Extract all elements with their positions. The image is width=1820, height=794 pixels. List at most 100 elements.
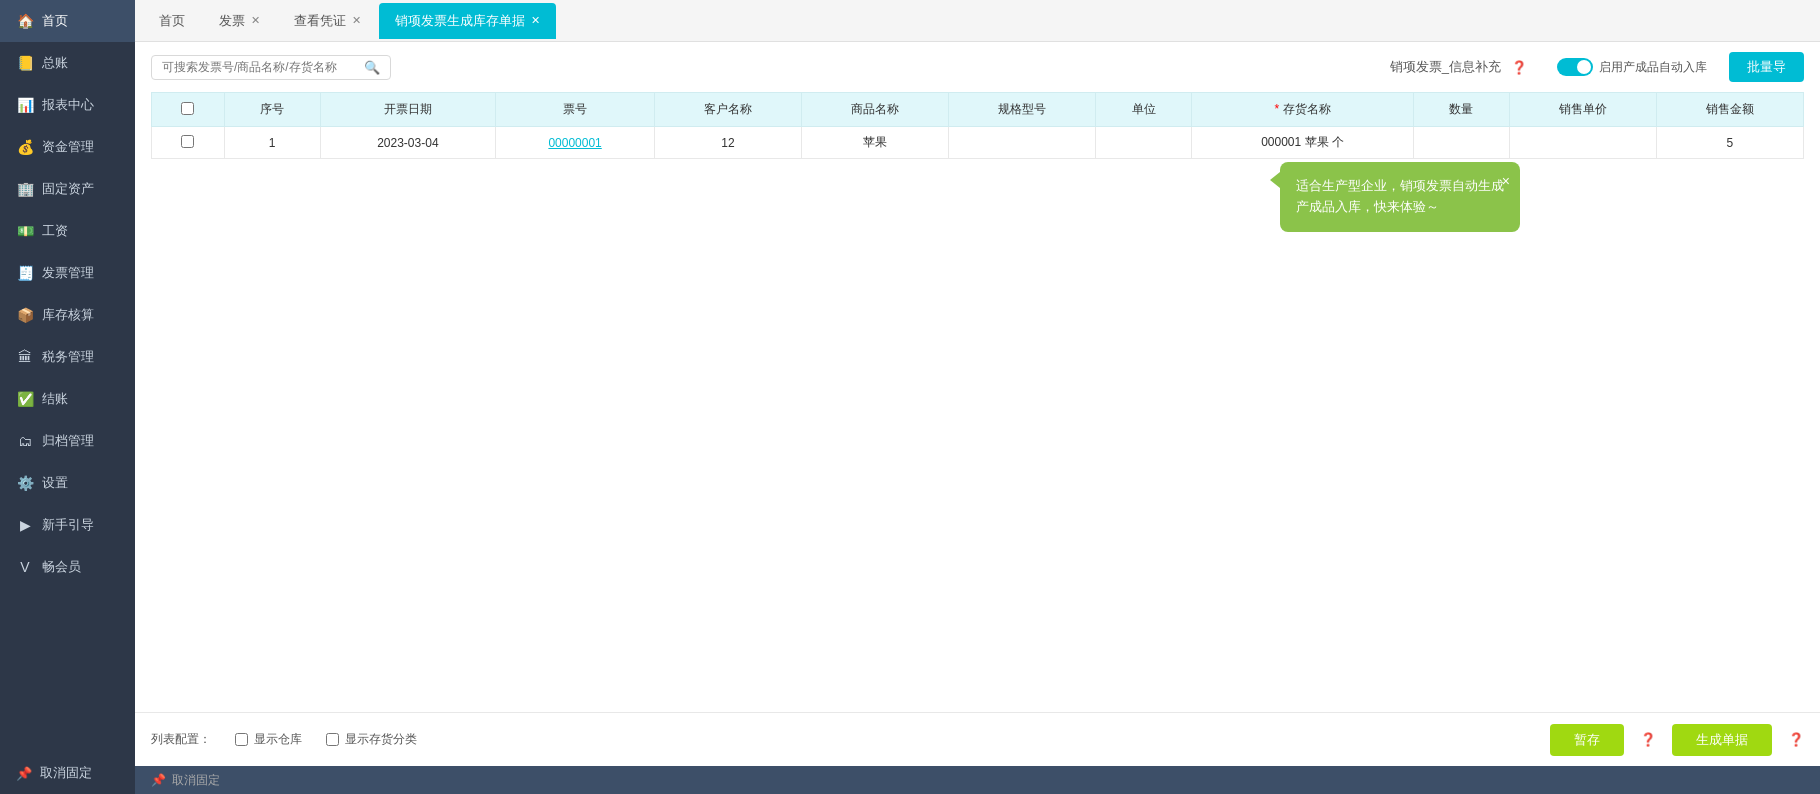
- sidebar-item-home[interactable]: 🏠 首页: [0, 0, 135, 42]
- info-question-icon[interactable]: ❓: [1511, 60, 1527, 75]
- pin-icon-sidebar: 📌: [16, 766, 32, 781]
- save-question-icon[interactable]: ❓: [1640, 732, 1656, 747]
- show-category-label: 显示存货分类: [345, 731, 417, 748]
- tab-home[interactable]: 首页: [143, 3, 201, 39]
- sidebar-item-salary[interactable]: 💵 工资: [0, 210, 135, 252]
- sidebar-item-invoice[interactable]: 🧾 发票管理: [0, 252, 135, 294]
- cell-number-0: 00000001: [496, 127, 655, 159]
- col-header-quantity: 数量: [1413, 93, 1509, 127]
- tooltip-close-button[interactable]: ×: [1502, 170, 1510, 192]
- toggle-label: 启用产成品自动入库: [1599, 59, 1707, 76]
- col-header-product: 商品名称: [802, 93, 949, 127]
- col-header-number: 票号: [496, 93, 655, 127]
- sidebar-label-report: 报表中心: [42, 96, 94, 114]
- sidebar-pin-button[interactable]: 📌 取消固定: [0, 752, 135, 794]
- col-header-date: 开票日期: [320, 93, 496, 127]
- tab-close-voucher[interactable]: ✕: [352, 15, 361, 26]
- col-header-model: 规格型号: [949, 93, 1096, 127]
- toolbar: 🔍 销项发票_信息补充 ❓ 启用产成品自动入库 批量导: [135, 42, 1820, 92]
- sidebar-icon-vip: V: [16, 559, 34, 575]
- sidebar-icon-guide: ▶: [16, 517, 34, 533]
- sidebar-item-capital[interactable]: 💰 资金管理: [0, 126, 135, 168]
- sidebar-item-fixed[interactable]: 🏢 固定资产: [0, 168, 135, 210]
- sidebar-item-vip[interactable]: V 畅会员: [0, 546, 135, 588]
- info-label: 销项发票_信息补充: [1390, 58, 1501, 76]
- sidebar-icon-archive: 🗂: [16, 433, 34, 449]
- sidebar-label-ledger: 总账: [42, 54, 68, 72]
- sidebar-label-vip: 畅会员: [42, 558, 81, 576]
- show-category-group: 显示存货分类: [326, 731, 417, 748]
- sidebar-label-archive: 归档管理: [42, 432, 94, 450]
- tab-close-generate[interactable]: ✕: [531, 15, 540, 26]
- sidebar-icon-ledger: 📒: [16, 55, 34, 71]
- tooltip-popup: × 适合生产型企业，销项发票自动生成产成品入库，快来体验～: [1280, 162, 1520, 232]
- sidebar-label-guide: 新手引导: [42, 516, 94, 534]
- tab-invoice[interactable]: 发票 ✕: [203, 3, 276, 39]
- tab-label-generate: 销项发票生成库存单据: [395, 12, 525, 30]
- sidebar-item-archive[interactable]: 🗂 归档管理: [0, 420, 135, 462]
- sidebar: 🏠 首页📒 总账📊 报表中心💰 资金管理🏢 固定资产💵 工资🧾 发票管理📦 库存: [0, 0, 135, 794]
- sidebar-icon-settle: ✅: [16, 391, 34, 407]
- sidebar-icon-fixed: 🏢: [16, 181, 34, 197]
- search-icon: 🔍: [364, 60, 380, 75]
- sidebar-icon-invoice: 🧾: [16, 265, 34, 281]
- generate-button[interactable]: 生成单据: [1672, 724, 1772, 756]
- sidebar-label-inventory: 库存核算: [42, 306, 94, 324]
- sidebar-item-settings[interactable]: ⚙️ 设置: [0, 462, 135, 504]
- show-category-checkbox[interactable]: [326, 733, 339, 746]
- sidebar-icon-inventory: 📦: [16, 307, 34, 323]
- toggle-wrapper: 启用产成品自动入库: [1557, 58, 1707, 76]
- sidebar-item-settle[interactable]: ✅ 结账: [0, 378, 135, 420]
- cell-checkbox-0: [152, 127, 225, 159]
- tab-label-invoice: 发票: [219, 12, 245, 30]
- bottom-hint-text[interactable]: 取消固定: [172, 772, 220, 789]
- col-header-customer: 客户名称: [654, 93, 801, 127]
- cell-model-0: [949, 127, 1096, 159]
- cell-amount-0: 5: [1656, 127, 1803, 159]
- col-header-checkbox: [152, 93, 225, 127]
- sidebar-label-capital: 资金管理: [42, 138, 94, 156]
- col-header-amount: 销售金额: [1656, 93, 1803, 127]
- sidebar-label-home: 首页: [42, 12, 68, 30]
- pin-icon: 📌: [151, 773, 166, 787]
- sidebar-label-fixed: 固定资产: [42, 180, 94, 198]
- col-header-seq: 序号: [224, 93, 320, 127]
- cell-product-0: 苹果: [802, 127, 949, 159]
- sidebar-label-settle: 结账: [42, 390, 68, 408]
- cell-quantity-0: [1413, 127, 1509, 159]
- sidebar-icon-home: 🏠: [16, 13, 34, 29]
- data-table: 序号开票日期票号客户名称商品名称规格型号单位存货名称数量销售单价销售金额 120…: [151, 92, 1804, 159]
- row-checkbox[interactable]: [181, 135, 194, 148]
- cell-seq-0: 1: [224, 127, 320, 159]
- tab-label-voucher: 查看凭证: [294, 12, 346, 30]
- search-input[interactable]: [162, 60, 358, 74]
- sidebar-item-ledger[interactable]: 📒 总账: [0, 42, 135, 84]
- select-all-checkbox[interactable]: [181, 102, 194, 115]
- bottom-hint-bar: 📌 取消固定: [135, 766, 1820, 794]
- sidebar-icon-capital: 💰: [16, 139, 34, 155]
- footer: 列表配置： 显示仓库 显示存货分类 暂存 ❓ 生成单据 ❓: [135, 712, 1820, 766]
- sidebar-item-guide[interactable]: ▶ 新手引导: [0, 504, 135, 546]
- sidebar-icon-salary: 💵: [16, 223, 34, 239]
- sidebar-icon-report: 📊: [16, 97, 34, 113]
- auto-warehouse-toggle[interactable]: [1557, 58, 1593, 76]
- sidebar-label-salary: 工资: [42, 222, 68, 240]
- list-config-label: 列表配置：: [151, 731, 211, 748]
- col-header-unit_price: 销售单价: [1509, 93, 1656, 127]
- tab-close-invoice[interactable]: ✕: [251, 15, 260, 26]
- sidebar-label-tax: 税务管理: [42, 348, 94, 366]
- tab-voucher[interactable]: 查看凭证 ✕: [278, 3, 377, 39]
- invoice-number-link[interactable]: 00000001: [548, 136, 601, 150]
- table-header: 序号开票日期票号客户名称商品名称规格型号单位存货名称数量销售单价销售金额: [152, 93, 1804, 127]
- sidebar-item-inventory[interactable]: 📦 库存核算: [0, 294, 135, 336]
- batch-import-button[interactable]: 批量导: [1729, 52, 1804, 82]
- show-warehouse-checkbox[interactable]: [235, 733, 248, 746]
- generate-question-icon[interactable]: ❓: [1788, 732, 1804, 747]
- tab-generate[interactable]: 销项发票生成库存单据 ✕: [379, 3, 556, 39]
- sidebar-item-report[interactable]: 📊 报表中心: [0, 84, 135, 126]
- sidebar-item-tax[interactable]: 🏛 税务管理: [0, 336, 135, 378]
- main-area: 首页发票 ✕ 查看凭证 ✕ 销项发票生成库存单据 ✕ 🔍 销项发票_信息补充 ❓ 启用产成…: [135, 0, 1820, 794]
- sidebar-icon-settings: ⚙️: [16, 475, 34, 491]
- search-box[interactable]: 🔍: [151, 55, 391, 80]
- save-button[interactable]: 暂存: [1550, 724, 1624, 756]
